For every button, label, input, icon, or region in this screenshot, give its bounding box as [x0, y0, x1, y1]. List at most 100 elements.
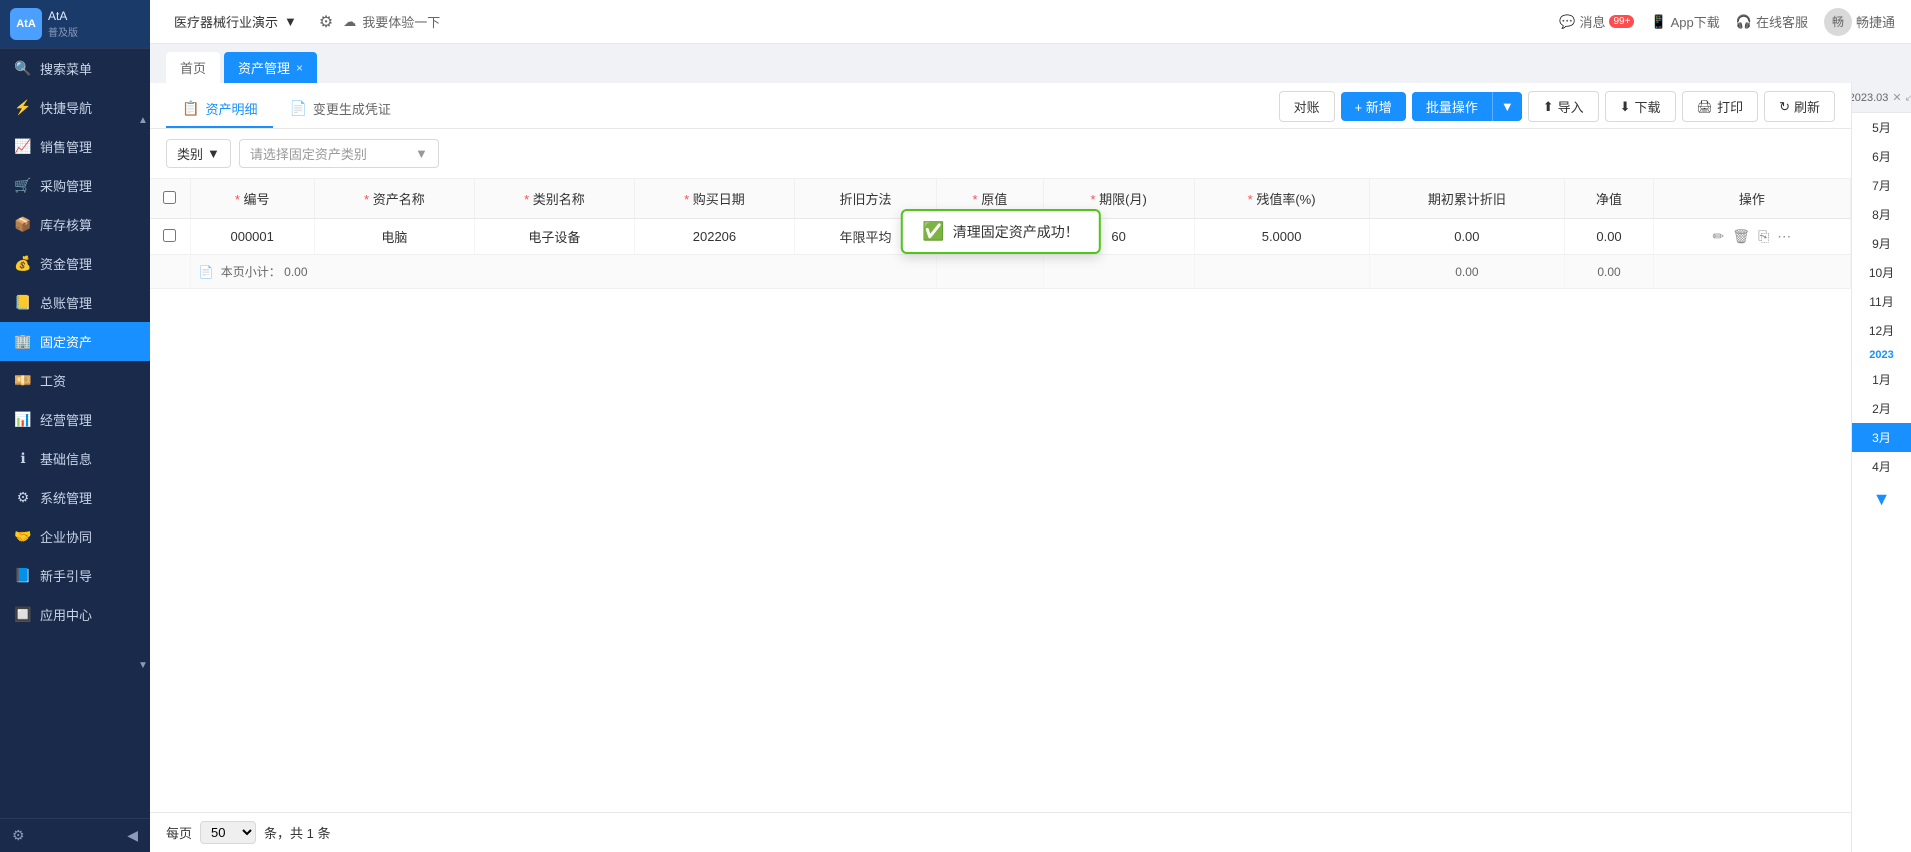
calendar-month-10[interactable]: 10月 [1852, 258, 1911, 287]
online-service-action[interactable]: 🎧 在线客服 [1736, 12, 1808, 31]
calendar-month-7[interactable]: 7月 [1852, 171, 1911, 200]
message-action[interactable]: 💬 消息 99+ [1559, 12, 1634, 31]
main-wrapper: 医疗器械行业演示 ▼ ⚙ ☁ 我要体验一下 💬 消息 99+ 📱 App下载 🎧… [150, 0, 1911, 852]
purchase-icon: 🛒 [14, 177, 32, 195]
calendar-month-6[interactable]: 6月 [1852, 142, 1911, 171]
new-button[interactable]: + 新增 [1341, 92, 1406, 121]
download-icon: ⬇ [1620, 99, 1631, 115]
row-checkbox-cell[interactable] [150, 219, 190, 255]
message-badge: 99+ [1609, 15, 1634, 28]
import-button[interactable]: ⬆ 导入 [1528, 91, 1599, 122]
calendar-expand-icon[interactable]: ⤢ [1906, 91, 1911, 104]
cell-category: 电子设备 [474, 219, 634, 255]
col-net-value: 净值 [1565, 179, 1654, 219]
copy-icon[interactable]: ⎘ [1758, 228, 1769, 245]
category-input[interactable]: 请选择固定资产类别 ▼ [239, 139, 439, 168]
batch-ops-group: 批量操作 ▼ [1412, 92, 1522, 121]
row-checkbox[interactable] [163, 229, 176, 242]
sidebar-item-system[interactable]: ⚙ 系统管理 [0, 478, 150, 517]
search-icon: 🔍 [14, 60, 32, 78]
reconcile-button[interactable]: 对账 [1279, 91, 1335, 122]
calendar-month-11[interactable]: 11月 [1852, 287, 1911, 316]
calendar-month-5[interactable]: 5月 [1852, 113, 1911, 142]
experience-button[interactable]: ☁ 我要体验一下 [343, 12, 440, 31]
calendar-month-2[interactable]: 2月 [1852, 394, 1911, 423]
sidebar-item-ledger[interactable]: 📒 总账管理 [0, 283, 150, 322]
headset-icon: 🎧 [1736, 14, 1752, 30]
header-left: 医疗器械行业演示 ▼ ⚙ ☁ 我要体验一下 [166, 8, 440, 35]
calendar-month-4[interactable]: 4月 [1852, 452, 1911, 481]
ledger-icon: 📒 [14, 294, 32, 312]
select-all-header[interactable] [150, 179, 190, 219]
calendar-down-arrow[interactable]: ▼ [1873, 481, 1891, 518]
settings-bottom-icon[interactable]: ⚙ [12, 827, 25, 844]
refresh-button[interactable]: ↻ 刷新 [1764, 91, 1835, 122]
sidebar-item-cooperation[interactable]: 🤝 企业协同 [0, 517, 150, 556]
edit-icon[interactable]: ✏ [1713, 228, 1725, 245]
per-page-select[interactable]: 50 10 20 100 [200, 821, 256, 844]
sidebar-item-inventory[interactable]: 📦 库存核算 [0, 205, 150, 244]
batch-ops-button[interactable]: 批量操作 [1412, 92, 1493, 121]
calendar-month-3-current[interactable]: 3月 [1852, 423, 1911, 452]
sidebar-item-operations[interactable]: 📊 经营管理 [0, 400, 150, 439]
sidebar-item-purchase[interactable]: 🛒 采购管理 [0, 166, 150, 205]
sidebar-item-fixed-assets[interactable]: 🏢 固定资产 [0, 322, 150, 361]
sub-tab-voucher[interactable]: 📄 变更生成凭证 [273, 91, 406, 128]
calendar-month-12[interactable]: 12月 [1852, 316, 1911, 345]
print-button[interactable]: 🖨 打印 [1682, 91, 1759, 122]
calendar-close-icon[interactable]: ✕ [1892, 91, 1901, 104]
page-content: 📋 资产明细 📄 变更生成凭证 对账 + 新增 批量操作 ▼ [150, 83, 1851, 852]
app-download-action[interactable]: 📱 App下载 [1650, 12, 1719, 31]
company-dropdown-icon: ▼ [284, 14, 297, 29]
refresh-icon: ↻ [1779, 99, 1790, 115]
header-settings-icon[interactable]: ⚙ [319, 12, 333, 32]
sidebar-scroll-down[interactable]: ▼ [136, 645, 150, 685]
category-select[interactable]: 类别 ▼ [166, 139, 231, 168]
system-icon: ⚙ [14, 489, 32, 507]
fixed-assets-icon: 🏢 [14, 333, 32, 351]
col-residual-rate: * 残值率(%) [1194, 179, 1369, 219]
select-all-checkbox[interactable] [163, 191, 176, 204]
calendar-month-1[interactable]: 1月 [1852, 365, 1911, 394]
cell-operations: ✏ 🗑 ⎘ ⋯ [1653, 219, 1850, 255]
cell-code: 000001 [190, 219, 314, 255]
tab-close-icon[interactable]: × [296, 61, 303, 75]
user-area[interactable]: 畅 畅捷通 [1824, 8, 1895, 36]
company-selector[interactable]: 医疗器械行业演示 ▼ [166, 8, 305, 35]
logo-icon: AtA [10, 8, 42, 40]
sidebar-item-app-center[interactable]: 🔲 应用中心 [0, 595, 150, 634]
sidebar-menu: 🔍 搜索菜单 ⚡ 快捷导航 📈 销售管理 🛒 采购管理 📦 库存核算 💰 资金管… [0, 49, 150, 818]
sidebar-item-sales[interactable]: 📈 销售管理 [0, 127, 150, 166]
more-icon[interactable]: ⋯ [1777, 228, 1791, 245]
sidebar-bottom: ⚙ ◀ [0, 818, 150, 852]
calendar-year-header: 2023.03 [1851, 92, 1888, 104]
cell-name: 电脑 [314, 219, 474, 255]
tab-home[interactable]: 首页 [166, 52, 220, 83]
guide-icon: 📘 [14, 567, 32, 585]
calendar-month-8[interactable]: 8月 [1852, 200, 1911, 229]
subtotal-row: 📄 本页小计： 0.00 0.00 0.00 [150, 255, 1851, 289]
delete-icon[interactable]: 🗑 [1732, 228, 1750, 245]
sidebar-item-payroll[interactable]: 💴 工资 [0, 361, 150, 400]
sidebar-item-guide[interactable]: 📘 新手引导 [0, 556, 150, 595]
cell-purchase-date: 202206 [634, 219, 794, 255]
sidebar-scroll-up[interactable]: ▲ [136, 100, 150, 140]
table-wrapper: ✅ 清理固定资产成功！ * 编号 * 资产名称 * 类别名称 * 购买日期 [150, 179, 1851, 812]
col-code: * 编号 [190, 179, 314, 219]
category-select-arrow: ▼ [207, 146, 220, 161]
batch-ops-dropdown[interactable]: ▼ [1493, 94, 1522, 119]
col-purchase-date: * 购买日期 [634, 179, 794, 219]
subtotal-icon: 📄 [199, 265, 214, 279]
collapse-icon[interactable]: ◀ [127, 827, 138, 844]
tab-asset-management[interactable]: 资产管理 × [224, 52, 317, 83]
header-right: 💬 消息 99+ 📱 App下载 🎧 在线客服 畅 畅捷通 [1559, 8, 1895, 36]
sidebar-item-quicknav[interactable]: ⚡ 快捷导航 [0, 88, 150, 127]
sub-tab-asset-detail[interactable]: 📋 资产明细 [166, 91, 273, 128]
sidebar-item-basic-info[interactable]: ℹ 基础信息 [0, 439, 150, 478]
sidebar-item-finance[interactable]: 💰 资金管理 [0, 244, 150, 283]
download-button[interactable]: ⬇ 下载 [1605, 91, 1676, 122]
cooperation-icon: 🤝 [14, 528, 32, 546]
sales-icon: 📈 [14, 138, 32, 156]
calendar-month-9[interactable]: 9月 [1852, 229, 1911, 258]
sidebar-item-search[interactable]: 🔍 搜索菜单 [0, 49, 150, 88]
